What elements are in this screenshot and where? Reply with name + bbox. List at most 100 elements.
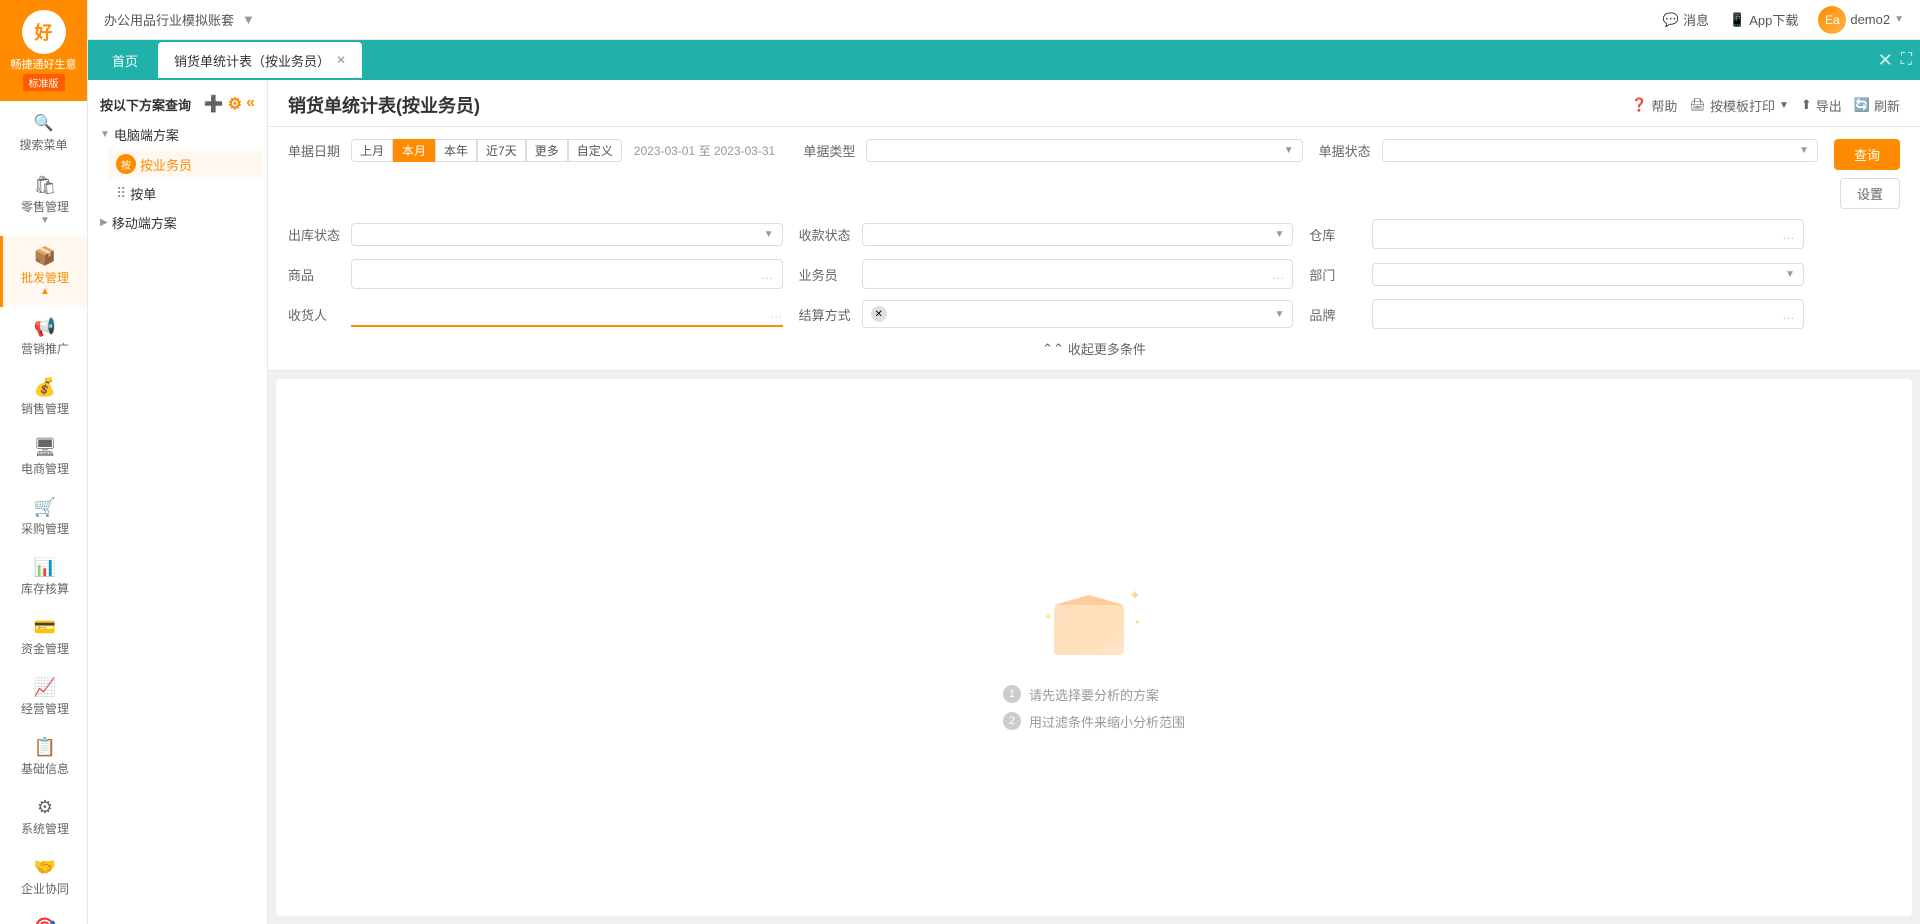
sidebar-nav: 🛍 零售管理 ▼ 📦 批发管理 ▲ 📢 营销推广 💰 销售管理 🖥 电商管理 🛒… [0, 165, 87, 924]
sidebar-item-label: 经营管理 [21, 700, 69, 717]
payment-status-arrow: ▼ [1274, 229, 1284, 240]
payment-status-select[interactable]: ▼ [862, 223, 1294, 246]
sidebar-item-jingying[interactable]: 📈 经营管理 [0, 667, 87, 727]
message-btn[interactable]: 💬 消息 [1663, 10, 1709, 29]
export-btn[interactable]: ⬆ 导出 [1801, 96, 1842, 115]
panel-header-label: 按以下方案查询 [100, 95, 191, 114]
sidebar-item-jichu[interactable]: 📋 基础信息 [0, 727, 87, 787]
user-profile[interactable]: Ea demo2 ▼ [1818, 6, 1904, 34]
filter-row-1: 单据日期 上月 本月 本年 近7天 更多 自定义 2023-03-01 至 20… [288, 139, 1900, 209]
topbar-right: 💬 消息 📱 App下载 Ea demo2 ▼ [1663, 6, 1904, 34]
refresh-btn[interactable]: 🔄 刷新 [1854, 96, 1900, 115]
sidebar-item-xitong[interactable]: ⚙ 系统管理 [0, 787, 87, 847]
template-print-btn[interactable]: 🖨 按模板打印 ▼ [1689, 96, 1788, 115]
search-menu-item[interactable]: 🔍 搜索菜单 [19, 101, 67, 165]
logo-icon: 好 [22, 10, 66, 54]
tab-close-btn[interactable]: ✕ [336, 53, 346, 67]
step-num-1: 1 [1003, 685, 1021, 703]
topbar: 办公用品行业模拟账套 ▼ 💬 消息 📱 App下载 Ea demo2 ▼ [88, 0, 1920, 40]
date-filter-cell: 单据日期 上月 本月 本年 近7天 更多 自定义 2023-03-01 至 20… [288, 139, 787, 162]
salesman-input[interactable]: … [862, 259, 1294, 289]
tab-close-window-icon[interactable]: ✕ [1878, 50, 1893, 71]
app-download-btn[interactable]: 📱 App下载 [1729, 10, 1798, 29]
goods-input[interactable]: … [351, 259, 783, 289]
help-icon: ❓ [1631, 97, 1647, 113]
goods-cell: 商品 … [288, 259, 783, 289]
page-header: 销货单统计表(按业务员) ❓ 帮助 🖨 按模板打印 ▼ ⬆ 导出 [268, 80, 1920, 127]
empty-illustration: ✦ ✦ ✦ [1034, 565, 1154, 665]
empty-steps: 1 请先选择要分析的方案 2 用过滤条件来缩小分析范围 [1003, 685, 1185, 731]
print-dropdown-arrow: ▼ [1779, 100, 1789, 111]
receiver-cell: 收货人 … [288, 302, 783, 327]
edit-scheme-btn[interactable]: ⚙ [228, 94, 242, 114]
out-status-select[interactable]: ▼ [351, 223, 783, 246]
tree-item-salesman[interactable]: 按 按业务员 [108, 149, 263, 179]
tab-report[interactable]: 销货单统计表（按业务员） ✕ [158, 42, 362, 78]
username: demo2 [1850, 12, 1890, 27]
add-scheme-btn[interactable]: ➕ [204, 94, 224, 114]
print-icon: 🖨 [1689, 97, 1706, 113]
sidebar-item-yingxiao[interactable]: 📢 营销推广 [0, 307, 87, 367]
order-status-label: 单据状态 [1319, 141, 1374, 160]
salesman-cell: 业务员 … [799, 259, 1294, 289]
settlement-select[interactable]: ✕ ▼ [862, 300, 1294, 328]
date-btn-this-year[interactable]: 本年 [435, 139, 477, 162]
tabbar: 首页 销货单统计表（按业务员） ✕ ✕ ⛶ [88, 40, 1920, 80]
order-status-select[interactable]: ▼ [1382, 139, 1818, 162]
sidebar-item-lingshou[interactable]: 🛍 零售管理 ▼ [0, 165, 87, 236]
sidebar-item-label: 销售管理 [21, 400, 69, 417]
department-select[interactable]: ▼ [1372, 263, 1804, 286]
tab-maximize-icon[interactable]: ⛶ [1901, 51, 1912, 69]
query-button[interactable]: 查询 [1834, 139, 1900, 170]
settings-button[interactable]: 设置 [1840, 178, 1900, 209]
tree-item-mobile[interactable]: ▶ 移动端方案 [92, 208, 263, 237]
order-type-select[interactable]: ▼ [866, 139, 1302, 162]
collapse-panel-btn[interactable]: « [246, 94, 255, 114]
date-label: 单据日期 [288, 141, 343, 160]
sidebar-tag: 标准版 [23, 74, 65, 91]
tab-actions: ✕ ⛶ [1878, 50, 1912, 71]
sidebar-item-dianshang[interactable]: 🖥 电商管理 [0, 427, 87, 487]
caigou-icon: 🛒 [34, 497, 56, 518]
sidebar-item-label: 营销推广 [21, 340, 69, 357]
date-btn-last7[interactable]: 近7天 [477, 139, 526, 162]
department-cell: 部门 ▼ [1309, 263, 1804, 286]
svg-text:✦: ✦ [1129, 587, 1141, 603]
tab-home[interactable]: 首页 [96, 42, 154, 78]
receiver-text-input[interactable] [351, 306, 770, 321]
sidebar-item-zijin[interactable]: 💳 资金管理 [0, 607, 87, 667]
app-label: App下载 [1749, 10, 1798, 29]
page-title: 销货单统计表(按业务员) [288, 92, 480, 118]
out-status-cell: 出库状态 ▼ [288, 223, 783, 246]
sidebar-item-label: 库存核算 [21, 580, 69, 597]
query-area: 查询 设置 [1834, 139, 1900, 209]
sidebar-item-kucun[interactable]: 📊 库存核算 [0, 547, 87, 607]
date-btn-last-month[interactable]: 上月 [351, 139, 393, 162]
sidebar-item-pifa[interactable]: 📦 批发管理 ▲ [0, 236, 87, 307]
date-btn-more[interactable]: 更多 [526, 139, 568, 162]
sidebar-item-caigou[interactable]: 🛒 采购管理 [0, 487, 87, 547]
tree-item-order[interactable]: ⠿ 按单 [108, 179, 263, 208]
panel-tree: ▼ 电脑端方案 按 按业务员 ⠿ 按单 ▶ 移动端方案 [88, 120, 267, 237]
sidebar-item-xinshou[interactable]: 🎯 新手引导 [0, 907, 87, 924]
order-type-cell: 单据类型 ▼ [803, 139, 1302, 162]
brand-input[interactable]: … [1372, 299, 1804, 329]
warehouse-input[interactable]: … [1372, 219, 1804, 249]
tree-item-order-label: 按单 [130, 184, 156, 203]
collapse-btn[interactable]: ⌃⌃ 收起更多条件 [1042, 339, 1146, 358]
help-btn[interactable]: ❓ 帮助 [1631, 96, 1677, 115]
sidebar-item-qiye[interactable]: 🤝 企业协同 [0, 847, 87, 907]
collapse-row: ⌃⌃ 收起更多条件 [288, 339, 1900, 358]
date-btn-custom[interactable]: 自定义 [568, 139, 622, 162]
refresh-label: 刷新 [1874, 96, 1900, 115]
date-btn-this-month[interactable]: 本月 [393, 139, 435, 162]
sidebar: 好 畅捷通好生意 标准版 🔍 搜索菜单 🛍 零售管理 ▼ 📦 批发管理 ▲ 📢 … [0, 0, 88, 924]
sidebar-item-xiaoshou[interactable]: 💰 销售管理 [0, 367, 87, 427]
breadcrumb-dropdown[interactable]: ▼ [242, 12, 255, 27]
salesman-label: 业务员 [799, 265, 854, 284]
receiver-input[interactable]: … [351, 302, 783, 327]
tree-item-pc[interactable]: ▼ 电脑端方案 [92, 120, 263, 149]
jichu-icon: 📋 [34, 737, 56, 758]
settlement-clear[interactable]: ✕ [871, 306, 887, 322]
jingying-icon: 📈 [34, 677, 56, 698]
